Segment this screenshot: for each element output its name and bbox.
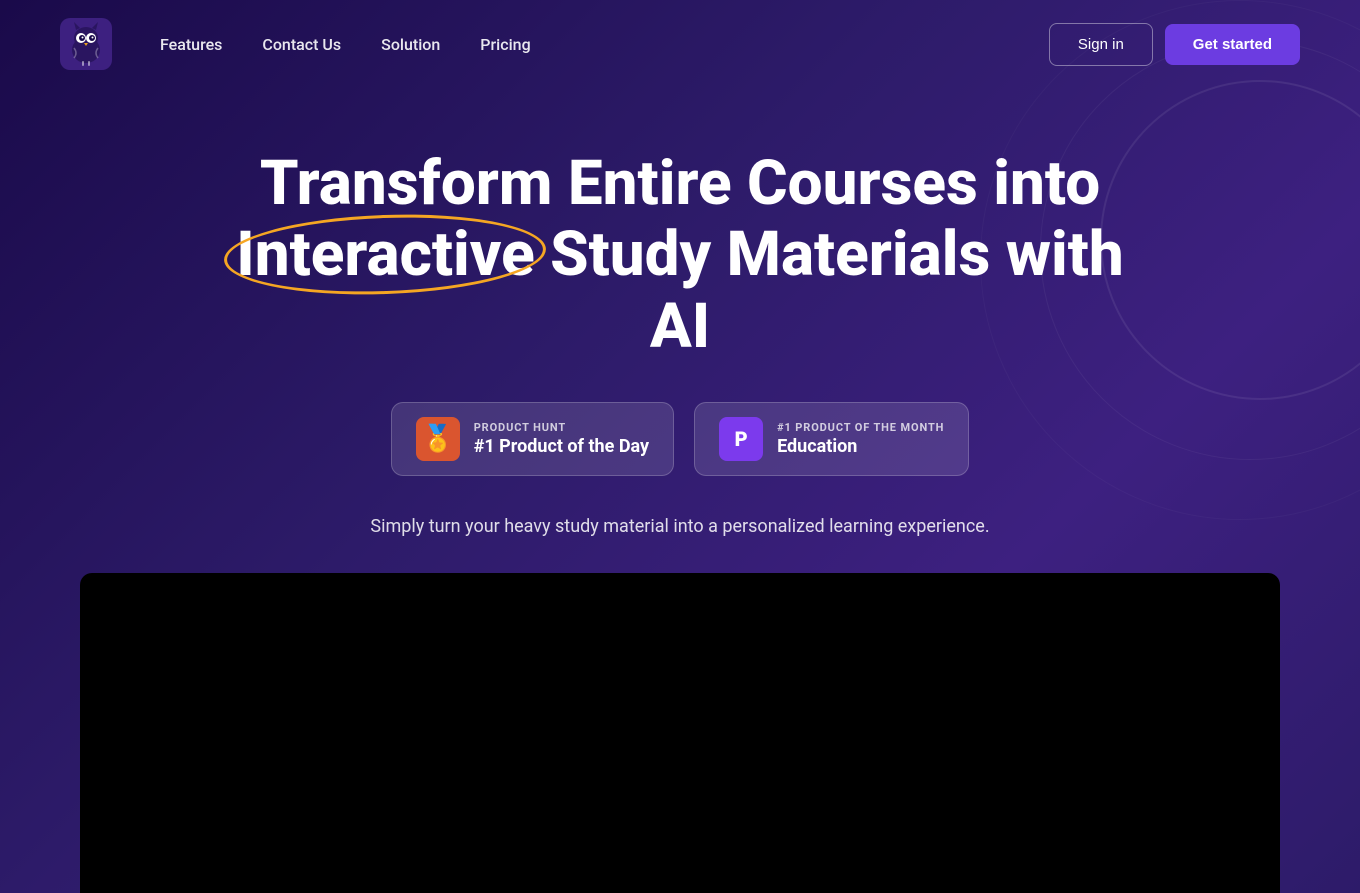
hero-title-highlight-wrap: Interactive	[236, 219, 534, 290]
hero-section: Transform Entire Courses into Interactiv…	[0, 88, 1360, 893]
badge-ph-value: #1 Product of the Day	[474, 436, 649, 457]
badges-container: 🏅 PRODUCT HUNT #1 Product of the Day P #…	[391, 402, 970, 476]
badge-edu-value: Education	[777, 436, 944, 457]
badge-edu-text: #1 PRODUCT OF THE MONTH Education	[777, 421, 944, 457]
badge-edu-icon-text: P	[735, 427, 748, 451]
getstarted-button[interactable]: Get started	[1165, 24, 1300, 65]
nav-left: Features Contact Us Solution Pricing	[60, 18, 531, 70]
hero-title: Transform Entire Courses into Interactiv…	[230, 148, 1130, 362]
nav-link-pricing[interactable]: Pricing	[480, 35, 530, 54]
nav-link-contact[interactable]: Contact Us	[262, 35, 341, 54]
badge-ph-text: PRODUCT HUNT #1 Product of the Day	[474, 421, 649, 457]
hero-title-highlight: Interactive	[236, 218, 534, 291]
nav-item-pricing[interactable]: Pricing	[480, 35, 530, 54]
badge-ph-label: PRODUCT HUNT	[474, 421, 649, 434]
badge-edu-label: #1 PRODUCT OF THE MONTH	[777, 421, 944, 434]
hero-title-part1: Transform Entire Courses into	[260, 147, 1100, 220]
badge-product-month: P #1 PRODUCT OF THE MONTH Education	[694, 402, 969, 476]
logo[interactable]	[60, 18, 112, 70]
badge-ph-icon: 🏅	[416, 417, 460, 461]
nav-link-solution[interactable]: Solution	[381, 35, 440, 54]
hero-subtitle: Simply turn your heavy study material in…	[370, 516, 989, 537]
badge-edu-icon: P	[719, 417, 763, 461]
nav-item-contact[interactable]: Contact Us	[262, 35, 341, 54]
navbar: Features Contact Us Solution Pricing Sig…	[0, 0, 1360, 88]
hero-title-part2: Study Materials with AI	[535, 218, 1124, 362]
nav-link-features[interactable]: Features	[160, 35, 222, 54]
video-area[interactable]	[80, 573, 1280, 893]
nav-item-solution[interactable]: Solution	[381, 35, 440, 54]
badge-product-hunt: 🏅 PRODUCT HUNT #1 Product of the Day	[391, 402, 674, 476]
nav-right: Sign in Get started	[1049, 23, 1300, 66]
nav-item-features[interactable]: Features	[160, 35, 222, 54]
signin-button[interactable]: Sign in	[1049, 23, 1153, 66]
nav-links: Features Contact Us Solution Pricing	[160, 35, 531, 54]
